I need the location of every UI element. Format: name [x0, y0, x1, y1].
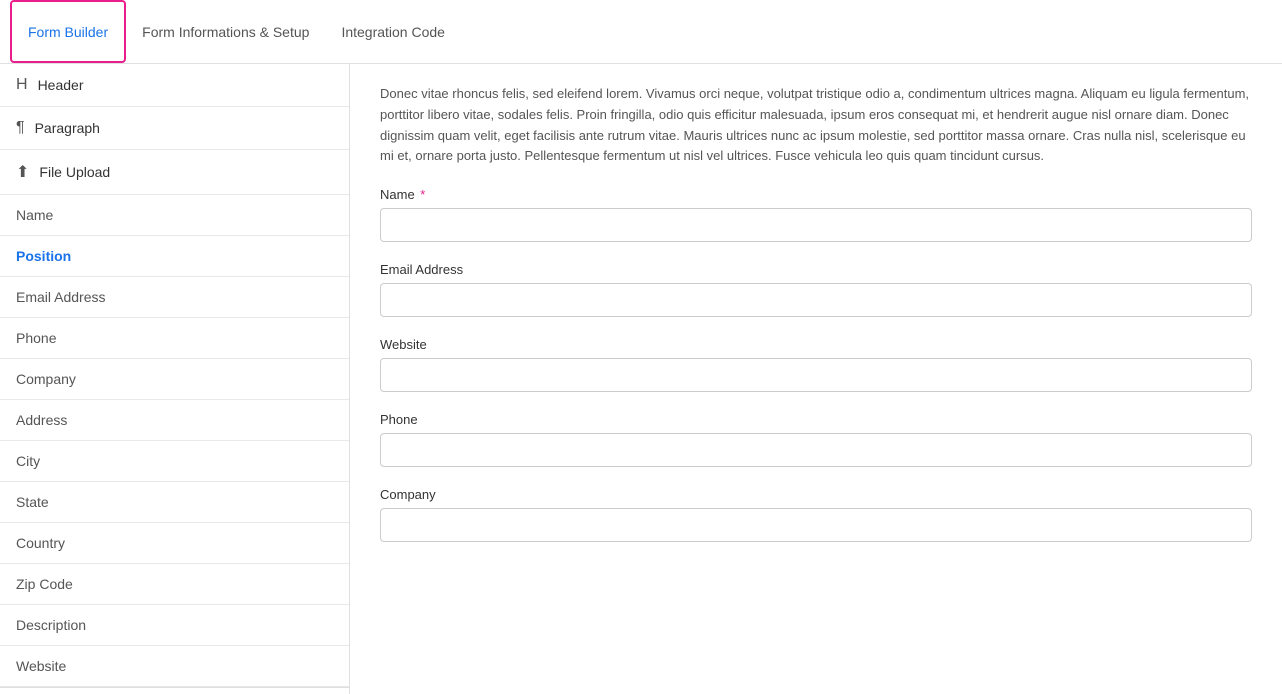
tab-form-builder[interactable]: Form Builder [10, 0, 126, 63]
form-field-email: Email Address [380, 262, 1252, 317]
sidebar-item-email-address[interactable]: Email Address [0, 277, 349, 318]
sidebar-footer: CLEAR SAVE [0, 687, 349, 694]
form-area: Donec vitae rhoncus felis, sed eleifend … [350, 64, 1282, 694]
sidebar-item-header[interactable]: H Header [0, 64, 349, 107]
sidebar-item-website[interactable]: Website [0, 646, 349, 687]
sidebar-item-country-label: Country [16, 535, 65, 551]
file-upload-icon: ⬆ [16, 162, 29, 182]
top-navigation: Form Builder Form Informations & Setup I… [0, 0, 1282, 64]
form-field-website: Website [380, 337, 1252, 392]
sidebar-item-description-label: Description [16, 617, 86, 633]
required-indicator: * [417, 187, 426, 202]
sidebar-item-name[interactable]: Name [0, 195, 349, 236]
phone-input[interactable] [380, 433, 1252, 467]
sidebar-item-website-label: Website [16, 658, 66, 674]
sidebar-item-state-label: State [16, 494, 49, 510]
paragraph-icon: ¶ [16, 119, 25, 137]
form-label-name: Name * [380, 187, 1252, 202]
form-field-phone: Phone [380, 412, 1252, 467]
sidebar-item-name-label: Name [16, 207, 53, 223]
sidebar-item-address[interactable]: Address [0, 400, 349, 441]
header-icon: H [16, 76, 28, 94]
sidebar-item-file-upload[interactable]: ⬆ File Upload [0, 150, 349, 195]
sidebar-item-city[interactable]: City [0, 441, 349, 482]
tab-form-info[interactable]: Form Informations & Setup [126, 0, 325, 63]
sidebar-item-address-label: Address [16, 412, 67, 428]
form-label-phone: Phone [380, 412, 1252, 427]
tab-integration-code[interactable]: Integration Code [325, 0, 461, 63]
sidebar-item-zip-label: Zip Code [16, 576, 73, 592]
sidebar-item-paragraph[interactable]: ¶ Paragraph [0, 107, 349, 150]
sidebar-item-header-label: Header [38, 77, 84, 93]
sidebar-item-description[interactable]: Description [0, 605, 349, 646]
form-description: Donec vitae rhoncus felis, sed eleifend … [380, 84, 1252, 167]
form-field-company: Company [380, 487, 1252, 542]
sidebar-item-position[interactable]: Position [0, 236, 349, 277]
website-input[interactable] [380, 358, 1252, 392]
sidebar-item-email-label: Email Address [16, 289, 105, 305]
main-layout: H Header ¶ Paragraph ⬆ File Upload Name … [0, 64, 1282, 694]
sidebar-item-country[interactable]: Country [0, 523, 349, 564]
sidebar-item-city-label: City [16, 453, 40, 469]
sidebar-item-file-upload-label: File Upload [39, 164, 110, 180]
sidebar: H Header ¶ Paragraph ⬆ File Upload Name … [0, 64, 350, 694]
sidebar-item-zip-code[interactable]: Zip Code [0, 564, 349, 605]
sidebar-item-phone-label: Phone [16, 330, 56, 346]
company-input[interactable] [380, 508, 1252, 542]
sidebar-item-state[interactable]: State [0, 482, 349, 523]
email-input[interactable] [380, 283, 1252, 317]
form-field-name: Name * [380, 187, 1252, 242]
name-input[interactable] [380, 208, 1252, 242]
sidebar-item-position-label: Position [16, 248, 71, 264]
sidebar-item-company[interactable]: Company [0, 359, 349, 400]
form-label-company: Company [380, 487, 1252, 502]
sidebar-item-phone[interactable]: Phone [0, 318, 349, 359]
form-label-email: Email Address [380, 262, 1252, 277]
sidebar-item-paragraph-label: Paragraph [35, 120, 100, 136]
form-label-website: Website [380, 337, 1252, 352]
sidebar-item-company-label: Company [16, 371, 76, 387]
